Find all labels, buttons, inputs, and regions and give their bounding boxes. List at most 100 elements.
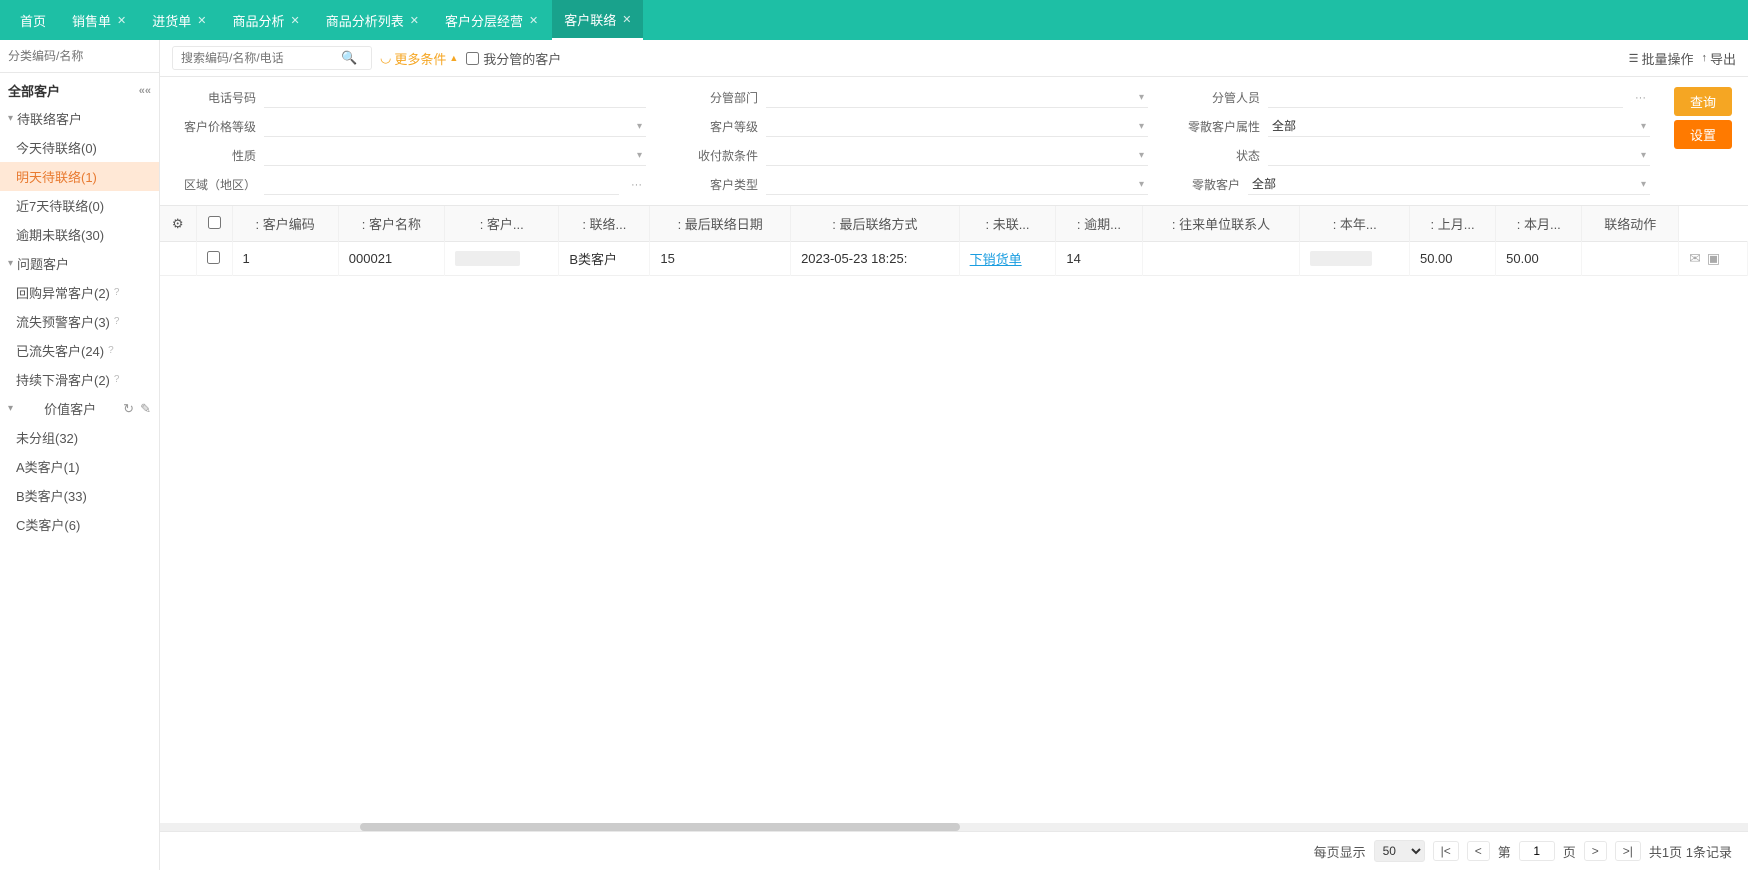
sidebar-item-class-a[interactable]: A类客户(1): [0, 452, 159, 481]
my-customers-wrap[interactable]: 我分管的客户: [466, 49, 561, 68]
export-label: 导出: [1710, 49, 1736, 68]
my-customers-label: 我分管的客户: [483, 49, 561, 68]
td-index: 1: [232, 242, 338, 276]
th-name: : 客户名称: [338, 206, 444, 242]
sidebar-item-lost-risk[interactable]: 流失预警客户(3) ?: [0, 307, 159, 336]
select-all-checkbox[interactable]: [208, 216, 221, 229]
th-name-label: : 客户名称: [362, 217, 421, 232]
status-select[interactable]: [1268, 145, 1650, 165]
sidebar-group-problem[interactable]: 问题客户: [0, 249, 159, 278]
action-comment-icon[interactable]: ✉: [1689, 250, 1701, 267]
search-input[interactable]: [181, 51, 341, 65]
sidebar-item-class-c[interactable]: C类客户(6): [0, 510, 159, 539]
sidebar-group-value[interactable]: 价值客户 ↻ ✎: [0, 394, 159, 423]
search-icon[interactable]: 🔍: [341, 50, 357, 66]
filter-cell-status: 状态 ▾: [1180, 145, 1650, 166]
nav-analysis-close[interactable]: ✕: [291, 14, 300, 27]
value-group-refresh-icon[interactable]: ↻: [123, 401, 134, 417]
row-checkbox[interactable]: [207, 251, 220, 264]
nav-purchase[interactable]: 进货单 ✕: [140, 0, 218, 40]
phone-input[interactable]: [264, 87, 646, 108]
my-customers-checkbox[interactable]: [466, 52, 479, 65]
manager-input[interactable]: [1268, 87, 1623, 108]
dept-select[interactable]: [766, 87, 1148, 107]
query-button[interactable]: 查询: [1674, 87, 1732, 116]
sidebar-item-lost[interactable]: 已流失客户(24) ?: [0, 336, 159, 365]
status-label: 状态: [1180, 147, 1260, 164]
region-input[interactable]: [264, 174, 619, 195]
sidebar-search-input[interactable]: [8, 49, 160, 63]
phone-label: 电话号码: [176, 89, 256, 106]
price-grade-select-wrap: ▾: [264, 116, 646, 137]
nav-purchase-close[interactable]: ✕: [197, 14, 206, 27]
per-page-select[interactable]: 50 100 200: [1374, 840, 1425, 862]
nav-home[interactable]: 首页: [8, 0, 58, 40]
price-grade-label: 客户价格等级: [176, 118, 256, 135]
horizontal-scrollbar[interactable]: [160, 823, 1748, 831]
filter-cell-customer-type: 客户类型 ▾: [678, 174, 1148, 195]
nav-sales-close[interactable]: ✕: [117, 14, 126, 27]
customer-type-select[interactable]: [766, 174, 1148, 194]
td-last-contact-date: 2023-05-23 18:25:: [791, 242, 960, 276]
nav-customer-contact-close[interactable]: ✕: [622, 13, 631, 26]
page-input[interactable]: [1519, 841, 1555, 861]
last-page-button[interactable]: >|: [1615, 841, 1641, 861]
filter-cell-payment: 收付款条件 ▾: [678, 145, 1148, 166]
next-page-button[interactable]: >: [1584, 841, 1607, 861]
customer-type-select-wrap: ▾: [766, 174, 1148, 195]
action-qr-icon[interactable]: ▣: [1707, 250, 1720, 267]
td-contact: 15: [650, 242, 791, 276]
price-grade-select[interactable]: [264, 116, 646, 136]
th-un-contact: : 未联...: [959, 206, 1056, 242]
customer-grade-select[interactable]: [766, 116, 1148, 136]
sidebar-item-tomorrow[interactable]: 明天待联络(1): [0, 162, 159, 191]
th-action: 联络动作: [1582, 206, 1679, 242]
region-more-button[interactable]: ···: [627, 179, 646, 191]
sidebar-item-unclassified[interactable]: 未分组(32): [0, 423, 159, 452]
value-group-edit-icon[interactable]: ✎: [140, 401, 151, 417]
nav-customer-tier[interactable]: 客户分层经营 ✕: [433, 0, 550, 40]
payment-select[interactable]: [766, 145, 1148, 165]
more-conditions-button[interactable]: ◡ 更多条件 ▲: [380, 49, 458, 68]
sidebar-item-repurchase-abnormal[interactable]: 回购异常客户(2) ?: [0, 278, 159, 307]
scroll-thumb[interactable]: [360, 823, 960, 831]
last-contact-way-link[interactable]: 下销货单: [970, 252, 1022, 267]
th-last-month-label: : 上月...: [1431, 217, 1475, 232]
per-page-label: 每页显示: [1314, 842, 1366, 861]
table-settings-icon[interactable]: ⚙: [172, 216, 184, 231]
filter-row-3: 性质 ▾ 收付款条件 ▾: [176, 145, 1650, 166]
sidebar-all-customers[interactable]: 全部客户 ««: [0, 73, 159, 104]
retail-attr-select[interactable]: 全部: [1268, 116, 1650, 136]
first-page-button[interactable]: |<: [1433, 841, 1459, 861]
nav-analysis-list[interactable]: 商品分析列表 ✕: [314, 0, 431, 40]
settings-button[interactable]: 设置: [1674, 120, 1732, 149]
sidebar-item-class-b[interactable]: B类客户(33): [0, 481, 159, 510]
nav-customer-contact-label: 客户联络: [564, 10, 616, 29]
top-nav: 首页 销售单 ✕ 进货单 ✕ 商品分析 ✕ 商品分析列表 ✕ 客户分层经营 ✕ …: [0, 0, 1748, 40]
filter-cell-nature: 性质 ▾: [176, 145, 646, 166]
region-label: 区域（地区）: [176, 176, 256, 193]
sidebar-item-today[interactable]: 今天待联络(0): [0, 133, 159, 162]
nature-select[interactable]: [264, 145, 646, 165]
nav-analysis-list-close[interactable]: ✕: [410, 14, 419, 27]
sidebar-group-pending[interactable]: 待联络客户: [0, 104, 159, 133]
th-contact-label: : 联络...: [582, 217, 626, 232]
th-un-contact-label: : 未联...: [985, 217, 1029, 232]
manager-more-button[interactable]: ···: [1631, 92, 1650, 104]
nav-customer-tier-close[interactable]: ✕: [529, 14, 538, 27]
sidebar-item-continuous-down[interactable]: 持续下滑客户(2) ?: [0, 365, 159, 394]
customer-grade-select-wrap: ▾: [766, 116, 1148, 137]
th-overdue-label: : 逾期...: [1077, 217, 1121, 232]
prev-page-button[interactable]: <: [1467, 841, 1490, 861]
sidebar-collapse-icon[interactable]: ««: [139, 85, 151, 97]
nav-sales[interactable]: 销售单 ✕: [60, 0, 138, 40]
retail-customer-select[interactable]: 全部: [1248, 174, 1650, 194]
batch-ops-button[interactable]: ☰ 批量操作: [1629, 49, 1694, 68]
sidebar-item-week[interactable]: 近7天待联络(0): [0, 191, 159, 220]
export-button[interactable]: ↑ 导出: [1701, 49, 1736, 68]
nav-analysis[interactable]: 商品分析 ✕: [220, 0, 311, 40]
th-last-contact-date: : 最后联络日期: [650, 206, 791, 242]
sidebar-item-overdue[interactable]: 逾期未联络(30): [0, 220, 159, 249]
nav-customer-contact[interactable]: 客户联络 ✕: [552, 0, 643, 40]
filter-cell-region: 区域（地区） ···: [176, 174, 646, 195]
